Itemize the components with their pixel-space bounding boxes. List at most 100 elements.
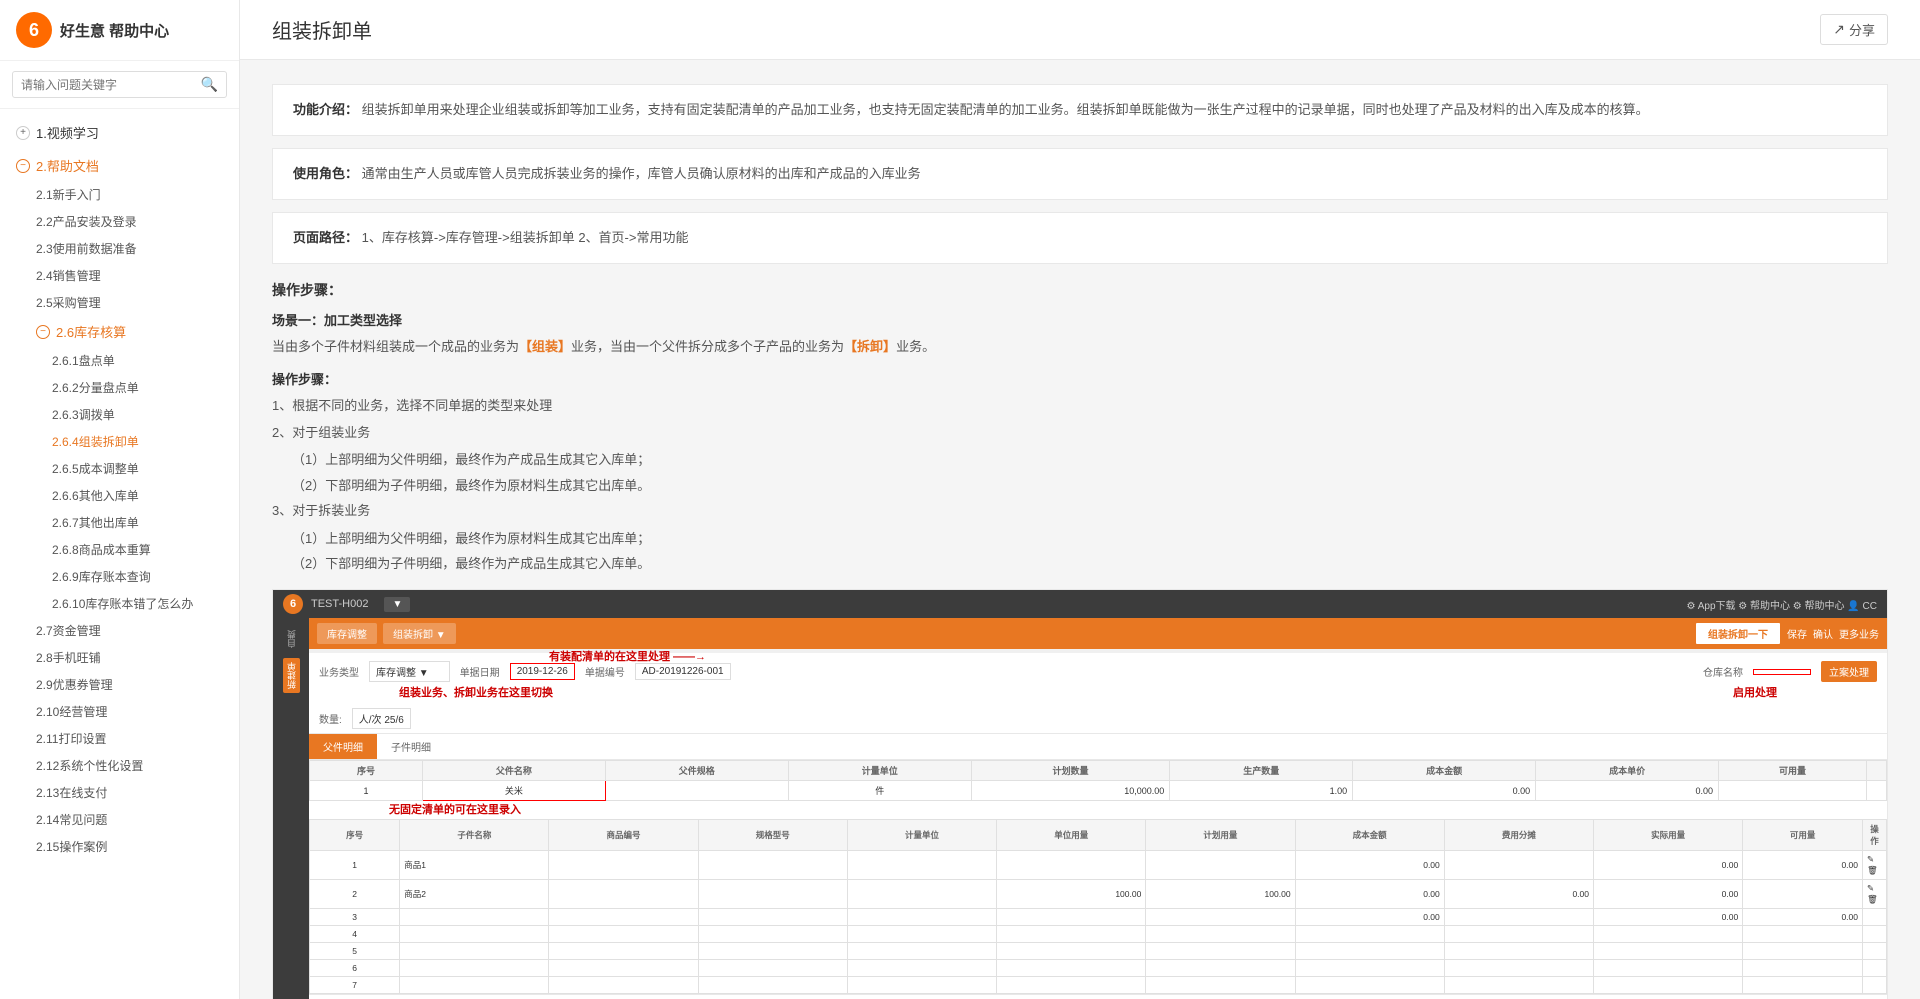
mock-parent-table: 序号 父件名称 父件规格 计量单位 计划数量 生产数量 成本金额 成本单价 [309,760,1887,801]
intro-text: 组装拆卸单用来处理企业组装或拆卸等加工业务，支持有固定装配清单的产品加工业务，也… [362,102,1649,117]
cell-parent-spec [605,781,788,801]
mock-btn-type[interactable]: 库存调整 [317,623,377,644]
mock-warehouse-input[interactable] [1753,669,1811,675]
mock-parent-thead: 序号 父件名称 父件规格 计量单位 计划数量 生产数量 成本金额 成本单价 [310,761,1887,781]
collapse-icon: − [16,159,30,173]
col-op [1867,761,1887,781]
mock-top-right: ⚙ App下载 ⚙ 帮助中心 ⚙ 帮助中心 👤 CC [1687,597,1877,612]
sidebar-item-video[interactable]: + 1.视频学习 [0,117,239,148]
sidebar-item-cases[interactable]: 2.15操作案例 [0,833,239,860]
mock-btn-confirm[interactable]: 确认 [1813,626,1833,641]
col-parent-name: 父件名称 [422,761,605,781]
sidebar-item-mobile[interactable]: 2.8手机旺铺 [0,644,239,671]
sidebar-item-install[interactable]: 2.2产品安装及登录 [0,208,239,235]
sidebar-item-data-prep[interactable]: 2.3使用前数据准备 [0,235,239,262]
sidebar-item-faq[interactable]: 2.14常见问题 [0,806,239,833]
child-col-sku: 商品编号 [549,820,698,851]
mock-tab-parent[interactable]: 父件明细 [309,734,377,759]
logo-area: 6 好生意 帮助中心 [0,0,239,61]
mock-date-label: 单据日期 [460,664,500,679]
path-block: 页面路径： 1、库存核算->库存管理->组装拆卸单 2、首页->常用功能 [272,212,1888,264]
child-col-actual-qty: 实际用量 [1593,820,1742,851]
step2: 2、对于组装业务 [272,421,1888,444]
step3-2: （2）下部明细为子件明细，最终作为产成品生成其它入库单。 [272,552,1888,575]
search-box[interactable]: 🔍 [12,71,227,98]
path-text: 1、库存核算->库存管理->组装拆卸单 2、首页->常用功能 [362,230,689,245]
mock-btn-assembly-action[interactable]: 组装拆卸一下 [1695,622,1781,645]
collapse-inventory-icon: − [36,325,50,339]
mock-apply-btn[interactable]: 立案处理 [1821,661,1877,682]
child-col-op: 操作 [1863,820,1887,851]
sidebar-item-print[interactable]: 2.11打印设置 [0,725,239,752]
sidebar-item-sales[interactable]: 2.4销售管理 [0,262,239,289]
sidebar-item-coupon[interactable]: 2.9优惠券管理 [0,671,239,698]
mock-btn-assembly[interactable]: 组装拆卸 ▼ [383,623,456,644]
search-input[interactable] [21,78,201,92]
mock-type-select[interactable]: 库存调整 ▼ [369,661,450,682]
path-label: 页面路径： [293,230,358,245]
screenshot-inner: 6 TEST-H002 ▼ ⚙ App下载 ⚙ 帮助中心 ⚙ 帮助中心 👤 CC… [273,590,1887,999]
inventory-children: 2.6.1盘点单 2.6.2分量盘点单 2.6.3调拨单 2.6.4组装拆卸单 … [0,347,239,617]
mock-tabs-area: 父件明细 子件明细 序号 父件名称 [309,734,1887,999]
mock-nav-item-active[interactable]: 新建单 [283,658,300,693]
cell-plan-qty: 10,000.00 [971,781,1170,801]
mock-company: TEST-H002 [311,598,368,610]
sidebar-item-assembly[interactable]: 2.6.4组装拆卸单 [0,428,239,455]
mock-order-input[interactable]: AD-20191226-001 [635,663,731,680]
child-col-plan-qty: 计划用量 [1146,820,1295,851]
nav-section-docs: − 2.帮助文档 2.1新手入门 2.2产品安装及登录 2.3使用前数据准备 2… [0,150,239,860]
sidebar-item-inventory[interactable]: − 2.6库存核算 [0,316,239,347]
search-icon[interactable]: 🔍 [201,76,218,93]
mock-form-row1: 业务类型 库存调整 ▼ 单据日期 2019-12-26 单据编号 AD-2019… [319,661,1877,682]
sidebar-item-docs[interactable]: − 2.帮助文档 [0,150,239,181]
sidebar-item-transfer[interactable]: 2.6.3调拨单 [0,401,239,428]
expand-icon: + [16,126,30,140]
mock-company-select: ▼ [384,597,410,612]
page-title: 组装拆卸单 [272,15,372,44]
mock-parent-tbody: 1 关米 件 10,000.00 1.00 0.00 0.00 [310,781,1887,801]
sidebar-item-newbie[interactable]: 2.1新手入门 [0,181,239,208]
mock-tab-child[interactable]: 子件明细 [377,734,445,759]
mock-form-area: 业务类型 库存调整 ▼ 单据日期 2019-12-26 单据编号 AD-2019… [309,653,1887,734]
share-button[interactable]: ↗ 分享 [1820,14,1888,45]
sidebar-item-stock-fix[interactable]: 2.6.10库存账本错了怎么办 [0,590,239,617]
col-plan-qty: 计划数量 [971,761,1170,781]
mock-child-thead: 序号 子件名称 商品编号 规格型号 计量单位 单位用量 计划用量 成本金额 [310,820,1887,851]
nav-section-video: + 1.视频学习 [0,117,239,148]
sidebar: 6 好生意 帮助中心 🔍 + 1.视频学习 − 2.帮助文档 2.1新手入门 2… [0,0,240,999]
sidebar-item-personalize[interactable]: 2.12系统个性化设置 [0,752,239,779]
sidebar-item-purchase[interactable]: 2.5采购管理 [0,289,239,316]
mock-btn-close[interactable]: 更多业务 [1839,626,1879,641]
mock-order-label: 单据编号 [585,664,625,679]
cell-prod-qty: 1.00 [1170,781,1353,801]
mock-btn-save[interactable]: 保存 [1787,626,1807,641]
share-icon: ↗ [1833,21,1845,38]
table-row: 5 [310,943,1887,960]
mock-num-input[interactable]: 人/次 25/6 [352,708,411,729]
sidebar-item-stocktake[interactable]: 2.6.1盘点单 [0,347,239,374]
sidebar-item-other-in[interactable]: 2.6.6其他入库单 [0,482,239,509]
sidebar-item-other-out[interactable]: 2.6.7其他出库单 [0,509,239,536]
sidebar-item-finance[interactable]: 2.7资金管理 [0,617,239,644]
mock-logo: 6 [283,594,303,614]
sidebar-item-portion-stocktake[interactable]: 2.6.2分量盘点单 [0,374,239,401]
mock-type-label: 业务类型 [319,664,359,679]
sidebar-item-cost-recalc[interactable]: 2.6.8商品成本重算 [0,536,239,563]
child-col-spec: 规格型号 [698,820,847,851]
sidebar-item-cost-adjust[interactable]: 2.6.5成本调整单 [0,455,239,482]
mock-date-input[interactable]: 2019-12-26 [510,663,575,680]
annotation-enable: 启用处理 [1733,684,1777,700]
annotation-type: 组装业务、拆卸业务在这里切换 [399,684,553,700]
sidebar-item-mgmt[interactable]: 2.10经营管理 [0,698,239,725]
cell-parent-name[interactable]: 关米 [422,781,605,801]
sidebar-item-payment[interactable]: 2.13在线支付 [0,779,239,806]
child-header-row: 序号 子件名称 商品编号 规格型号 计量单位 单位用量 计划用量 成本金额 [310,820,1887,851]
scene1-desc: 当由多个子件材料组装成一个成品的业务为【组装】业务，当由一个父件拆分成多个子产品… [272,335,1888,358]
cell-op [1867,781,1887,801]
col-parent-spec: 父件规格 [605,761,788,781]
cell-avail [1719,781,1867,801]
role-label: 使用角色： [293,166,358,181]
col-cost-price: 成本单价 [1536,761,1719,781]
sidebar-item-stock-ledger[interactable]: 2.6.9库存账本查询 [0,563,239,590]
search-area: 🔍 [0,61,239,109]
